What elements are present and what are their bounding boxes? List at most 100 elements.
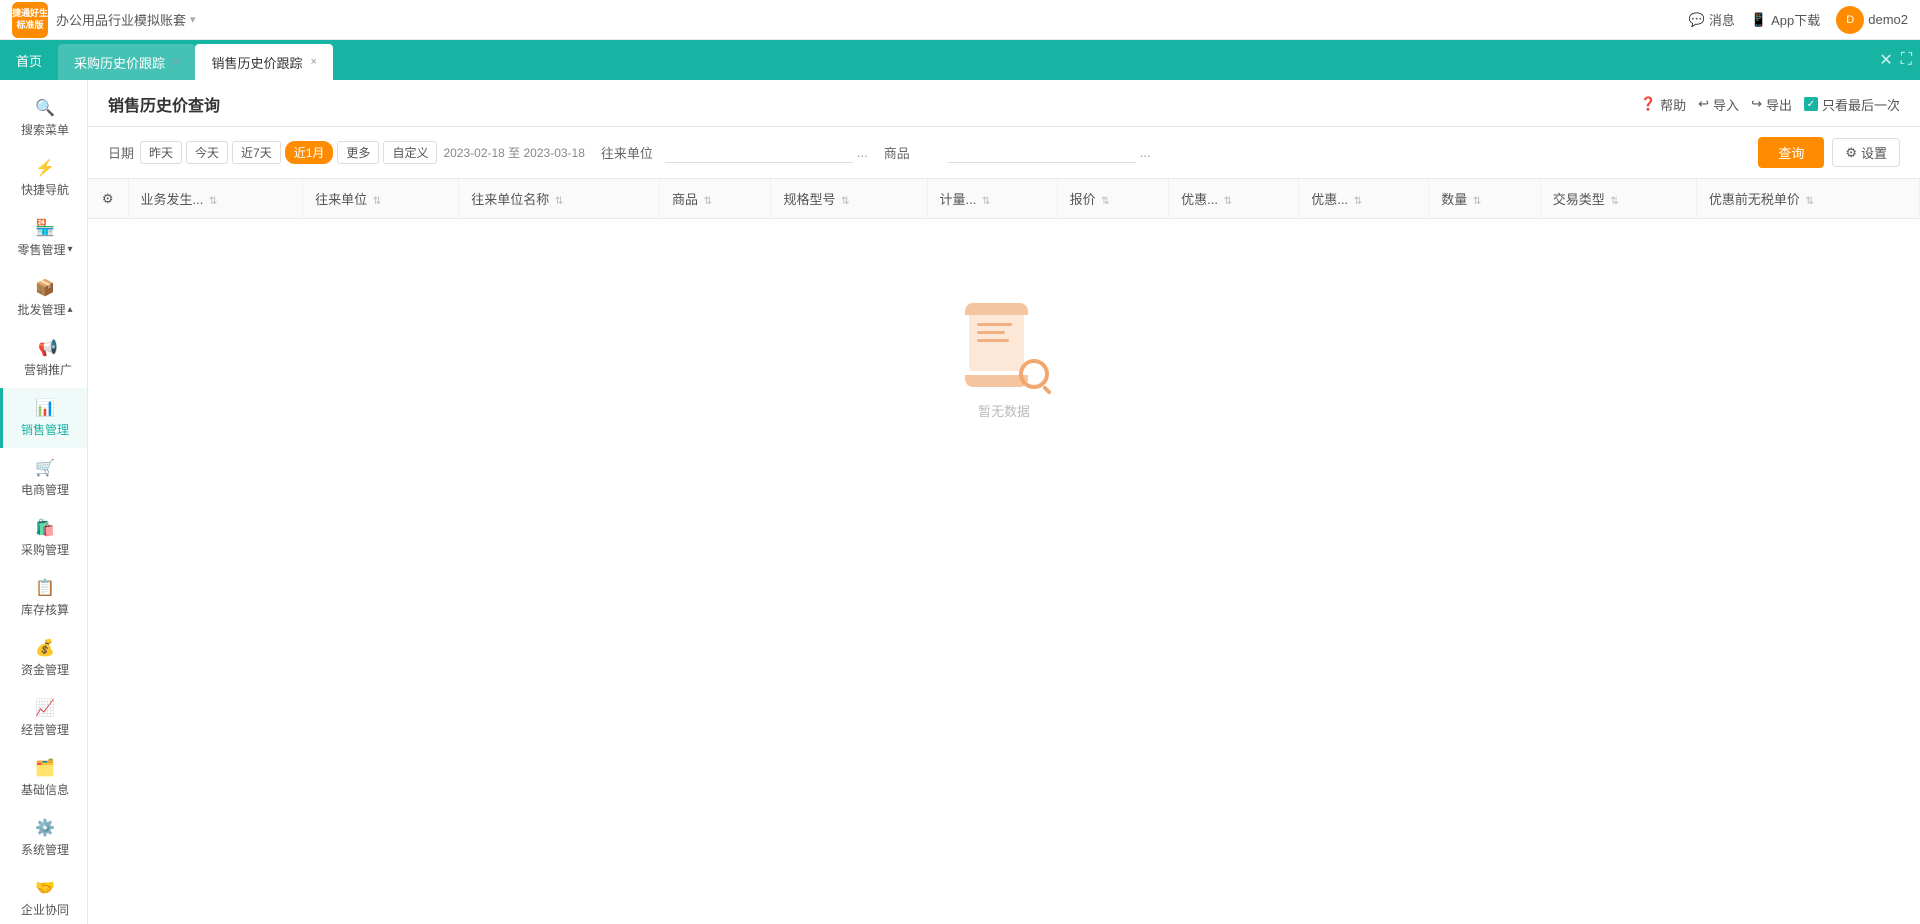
sidebar-item-inventory[interactable]: 📋 库存核算 <box>0 568 87 628</box>
export-btn[interactable]: ↪ 导出 <box>1751 95 1792 114</box>
retail-icon: 🏪 <box>35 218 55 238</box>
date-btn-last7[interactable]: 近7天 <box>232 141 281 164</box>
settings-label: 设置 <box>1861 143 1887 162</box>
message-btn[interactable]: 💬 消息 <box>1689 10 1735 29</box>
data-table: ⚙ 业务发生... ⇅ 往来单位 ⇅ 往来单位名称 ⇅ 商品 ⇅ <box>88 179 1920 219</box>
content-area: 销售历史价查询 ❓ 帮助 ↩ 导入 ↪ 导出 ✓ 只看最后一次 <box>88 80 1920 924</box>
date-btn-last1month[interactable]: 近1月 <box>285 141 334 164</box>
date-label: 日期 <box>108 143 134 162</box>
sort-product-icon: ⇅ <box>704 196 712 207</box>
date-btn-custom[interactable]: 自定义 <box>383 141 437 164</box>
sidebar-item-inventory-label: 库存核算 <box>21 601 69 618</box>
th-unit[interactable]: 计量... ⇅ <box>927 179 1057 219</box>
sidebar-item-marketing-label: 营销推广 <box>24 361 72 378</box>
sidebar-item-wholesale[interactable]: 📦 批发管理 ▴ <box>0 268 87 328</box>
filter-area: 日期 昨天 今天 近7天 近1月 更多 自定义 2023-02-18 至 202… <box>88 127 1920 179</box>
app-selector[interactable]: 办公用品行业模拟账套 ▾ <box>56 10 196 29</box>
th-quantity[interactable]: 数量 ⇅ <box>1429 179 1541 219</box>
sort-unit-icon: ⇅ <box>982 196 990 207</box>
th-discount1[interactable]: 优惠... ⇅ <box>1169 179 1299 219</box>
operations-icon: 📈 <box>35 698 55 718</box>
table-header: ⚙ 业务发生... ⇅ 往来单位 ⇅ 往来单位名称 ⇅ 商品 ⇅ <box>88 179 1920 219</box>
retail-label-row: 零售管理 ▾ <box>17 241 72 258</box>
settings-col-icon: ⚙ <box>102 191 114 206</box>
help-btn[interactable]: ❓ 帮助 <box>1640 95 1686 114</box>
sidebar-item-system[interactable]: ⚙️ 系统管理 <box>0 808 87 868</box>
th-pre-tax-price[interactable]: 优惠前无税单价 ⇅ <box>1696 179 1919 219</box>
date-btn-more[interactable]: 更多 <box>337 141 379 164</box>
sidebar-item-sales-label: 销售管理 <box>21 421 69 438</box>
sidebar-item-ecommerce[interactable]: 🛒 电商管理 <box>0 448 87 508</box>
finance-icon: 💰 <box>35 638 55 658</box>
product-dots[interactable]: ... <box>1140 145 1151 160</box>
message-icon: 💬 <box>1689 12 1705 28</box>
th-partner-code[interactable]: 往来单位 ⇅ <box>303 179 459 219</box>
enterprise-icon: 🤝 <box>35 878 55 898</box>
date-btn-yesterday[interactable]: 昨天 <box>140 141 182 164</box>
product-input[interactable] <box>948 143 1136 163</box>
scroll-line-3 <box>977 339 1009 342</box>
th-product[interactable]: 商品 ⇅ <box>659 179 771 219</box>
sort-discount2-icon: ⇅ <box>1354 196 1362 207</box>
date-btn-today[interactable]: 今天 <box>186 141 228 164</box>
tab-sales-history[interactable]: 销售历史价跟踪 × <box>195 44 332 80</box>
partner-dots[interactable]: ... <box>857 145 868 160</box>
app-download-label: App下载 <box>1771 10 1820 29</box>
product-label: 商品 <box>884 143 944 162</box>
export-icon: ↪ <box>1751 96 1762 112</box>
query-button[interactable]: 查询 <box>1758 137 1824 168</box>
app-download-icon: 📱 <box>1751 12 1767 28</box>
tab-purchase-history-close[interactable]: × <box>173 56 179 68</box>
sort-spec-icon: ⇅ <box>841 196 849 207</box>
tab-expand-btn[interactable]: ⛶ <box>1901 51 1912 69</box>
settings-button[interactable]: ⚙ 设置 <box>1832 138 1900 167</box>
tab-sales-history-close[interactable]: × <box>310 56 316 68</box>
import-btn[interactable]: ↩ 导入 <box>1698 95 1739 114</box>
sidebar-item-enterprise[interactable]: 🤝 企业协同 <box>0 868 87 924</box>
th-partner-name[interactable]: 往来单位名称 ⇅ <box>459 179 660 219</box>
th-spec[interactable]: 规格型号 ⇅ <box>771 179 927 219</box>
table-container: ⚙ 业务发生... ⇅ 往来单位 ⇅ 往来单位名称 ⇅ 商品 ⇅ <box>88 179 1920 924</box>
sidebar-item-purchase[interactable]: 🛍️ 采购管理 <box>0 508 87 568</box>
th-settings[interactable]: ⚙ <box>88 179 128 219</box>
th-biz-date[interactable]: 业务发生... ⇅ <box>128 179 303 219</box>
tab-close-all-btn[interactable]: ✕ <box>1879 50 1892 70</box>
import-label: 导入 <box>1713 95 1739 114</box>
message-label: 消息 <box>1709 10 1735 29</box>
sidebar-item-finance[interactable]: 💰 资金管理 <box>0 628 87 688</box>
sidebar-item-marketing[interactable]: 📢 营销推广 <box>0 328 87 388</box>
filter-row: 日期 昨天 今天 近7天 近1月 更多 自定义 2023-02-18 至 202… <box>108 137 1900 168</box>
th-price[interactable]: 报价 ⇅ <box>1057 179 1169 219</box>
sort-pre-tax-price-icon: ⇅ <box>1806 196 1814 207</box>
tab-purchase-history[interactable]: 采购历史价跟踪 × <box>58 44 195 80</box>
th-trade-type[interactable]: 交易类型 ⇅ <box>1540 179 1696 219</box>
partner-input[interactable] <box>665 143 853 163</box>
sort-discount1-icon: ⇅ <box>1224 196 1232 207</box>
sidebar-item-search-label: 搜索菜单 <box>21 121 69 138</box>
wholesale-icon: 📦 <box>35 278 55 298</box>
logo: 畅捷通好生意 标准版 <box>12 2 48 38</box>
sidebar-item-retail[interactable]: 🏪 零售管理 ▾ <box>0 208 87 268</box>
only-last-checkbox[interactable]: ✓ <box>1804 97 1818 111</box>
sidebar-item-basic[interactable]: 🗂️ 基础信息 <box>0 748 87 808</box>
tab-sales-history-label: 销售历史价跟踪 <box>211 53 302 72</box>
ecommerce-icon: 🛒 <box>35 458 55 478</box>
only-last-checkbox-label[interactable]: ✓ 只看最后一次 <box>1804 95 1900 114</box>
sidebar-item-operations-label: 经营管理 <box>21 721 69 738</box>
help-icon: ❓ <box>1640 96 1656 112</box>
sidebar-item-shortcut[interactable]: ⚡ 快捷导航 <box>0 148 87 208</box>
tab-home[interactable]: 首页 <box>0 40 58 80</box>
th-discount2[interactable]: 优惠... ⇅ <box>1299 179 1429 219</box>
tab-home-label: 首页 <box>16 51 42 70</box>
tab-purchase-history-label: 采购历史价跟踪 <box>74 53 165 72</box>
page-title: 销售历史价查询 <box>108 92 220 116</box>
sidebar-item-sales[interactable]: 📊 销售管理 <box>0 388 87 448</box>
app-download-btn[interactable]: 📱 App下载 <box>1751 10 1820 29</box>
app-name: 办公用品行业模拟账套 <box>56 10 186 29</box>
user-menu[interactable]: D demo2 <box>1836 6 1908 34</box>
username: demo2 <box>1868 12 1908 27</box>
inventory-icon: 📋 <box>35 578 55 598</box>
scroll-line-1 <box>977 323 1012 326</box>
sidebar-item-search[interactable]: 🔍 搜索菜单 <box>0 88 87 148</box>
sidebar-item-operations[interactable]: 📈 经营管理 <box>0 688 87 748</box>
